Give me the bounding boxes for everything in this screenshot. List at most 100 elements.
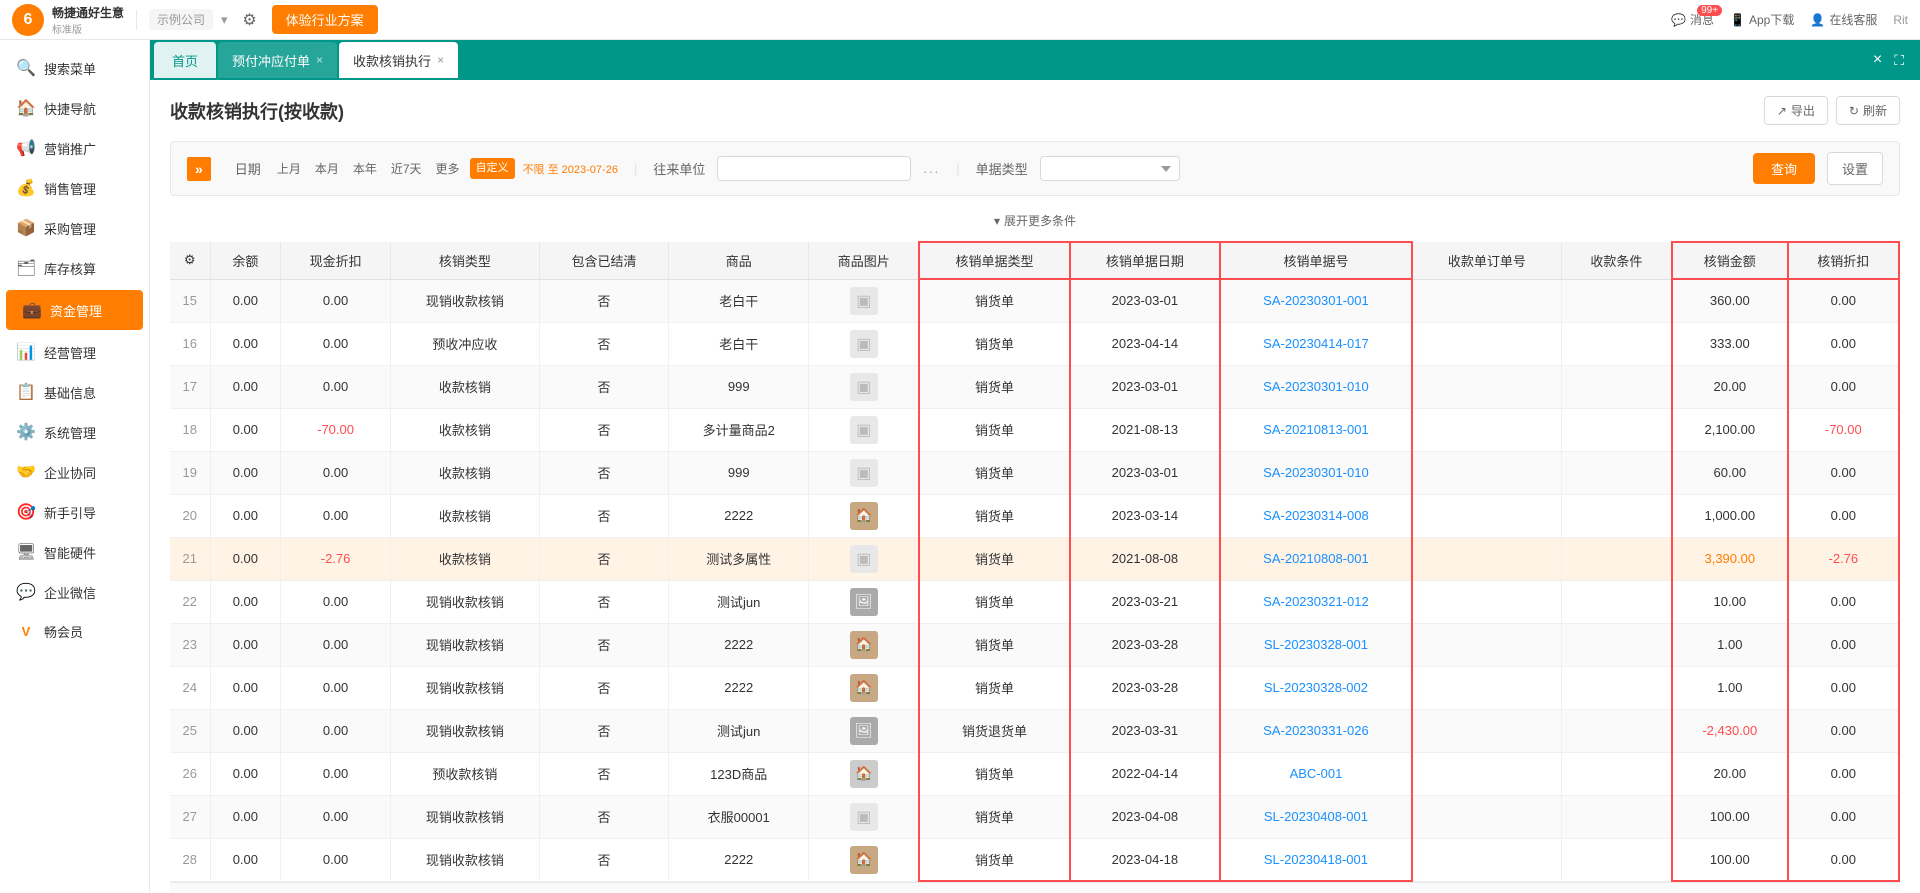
th-cash-discount: 现金折扣 <box>281 242 391 279</box>
bill-no-link[interactable]: SL-20230418-001 <box>1264 852 1368 867</box>
logo-texts: 畅捷通好生意 标准版 <box>52 4 124 36</box>
online-service-label: 在线客服 <box>1829 11 1877 28</box>
bill-no-link[interactable]: SL-20230328-002 <box>1264 680 1368 695</box>
sidebar-item-basic-info[interactable]: 📋 基础信息 <box>0 372 149 412</box>
cell-product-img: 🖼 <box>809 580 920 623</box>
cell-cancel-discount: 0.00 <box>1788 494 1899 537</box>
sidebar-item-guide[interactable]: 🎯 新手引导 <box>0 492 149 532</box>
filter-toggle-btn[interactable]: » <box>187 157 211 181</box>
company-name[interactable]: 示例公司 <box>149 9 213 30</box>
industry-btn[interactable]: 体验行业方案 <box>272 5 378 34</box>
tab-receipt-close-icon[interactable]: × <box>437 53 444 67</box>
cell-bill-date: 2022-04-14 <box>1070 752 1220 795</box>
date-link-more[interactable]: 更多 <box>432 158 464 179</box>
cell-product-img: ▣ <box>809 322 920 365</box>
sidebar-item-purchase[interactable]: 📦 采购管理 <box>0 208 149 248</box>
sidebar-item-finance[interactable]: 💼 资金管理 <box>6 290 143 330</box>
bill-no-link[interactable]: SA-20210813-001 <box>1263 422 1369 437</box>
date-link-7days[interactable]: 近7天 <box>387 158 426 179</box>
company-chevron-icon[interactable]: ▾ <box>221 12 228 28</box>
sidebar-item-inventory[interactable]: 🗂 库存核算 <box>0 248 149 288</box>
cell-cancel-discount: 0.00 <box>1788 451 1899 494</box>
service-icon: 👤 <box>1810 13 1825 27</box>
tab-close-all-icon[interactable]: × <box>1869 47 1886 73</box>
table-row: 22 0.00 0.00 现销收款核销 否 测试jun 🖼 销货单 2023-0… <box>170 580 1899 623</box>
date-link-prev-month[interactable]: 上月 <box>273 158 305 179</box>
cell-include-settled: 否 <box>539 623 668 666</box>
settings-gear-icon[interactable]: ⚙ <box>236 6 264 34</box>
sidebar-item-nav[interactable]: 🏠 快捷导航 <box>0 88 149 128</box>
bill-type-label: 单据类型 <box>976 159 1028 178</box>
cell-bill-type: 销货单 <box>919 795 1069 838</box>
sidebar-item-hardware[interactable]: 🖥 智能硬件 <box>0 532 149 572</box>
expand-more-row[interactable]: ▾ 展开更多条件 <box>170 208 1900 233</box>
bill-no-link[interactable]: SA-20230331-026 <box>1263 723 1369 738</box>
tab-prepay-close-icon[interactable]: × <box>316 53 323 67</box>
cell-receipt-condition <box>1561 580 1672 623</box>
cell-bill-type: 销货单 <box>919 408 1069 451</box>
cell-bill-type: 销货单 <box>919 279 1069 322</box>
date-link-this-year[interactable]: 本年 <box>349 158 381 179</box>
cell-bill-type: 销货单 <box>919 752 1069 795</box>
sidebar-item-vip[interactable]: V 畅会员 <box>0 612 149 651</box>
bill-no-link[interactable]: SA-20210808-001 <box>1263 551 1369 566</box>
cell-id: 19 <box>170 451 210 494</box>
bill-no-link[interactable]: SA-20230414-017 <box>1263 336 1369 351</box>
th-balance: 余额 <box>210 242 281 279</box>
bill-no-link[interactable]: SL-20230408-001 <box>1264 809 1368 824</box>
sidebar-label-system: 系统管理 <box>44 423 96 442</box>
sidebar-item-marketing[interactable]: 📢 营销推广 <box>0 128 149 168</box>
tab-receipt-label: 收款核销执行 <box>353 51 431 70</box>
filter-settings-btn[interactable]: 设置 <box>1827 152 1883 185</box>
bill-no-link[interactable]: SA-20230301-001 <box>1263 293 1369 308</box>
message-btn[interactable]: 💬 消息 99+ <box>1671 11 1714 28</box>
date-link-this-month[interactable]: 本月 <box>311 158 343 179</box>
cell-bill-date: 2021-08-13 <box>1070 408 1220 451</box>
sidebar-item-system[interactable]: ⚙️ 系统管理 <box>0 412 149 452</box>
query-btn[interactable]: 查询 <box>1753 153 1815 184</box>
sidebar-item-search[interactable]: 🔍 搜索菜单 <box>0 48 149 88</box>
tab-receipt[interactable]: 收款核销执行 × <box>339 42 458 78</box>
app-download-btn[interactable]: 📱 App下载 <box>1730 11 1794 28</box>
cell-receipt-condition <box>1561 322 1672 365</box>
bill-no-link[interactable]: SA-20230314-008 <box>1263 508 1369 523</box>
export-btn[interactable]: ↗ 导出 <box>1764 96 1828 125</box>
cell-bill-date: 2023-03-31 <box>1070 709 1220 752</box>
user-name[interactable]: Rit <box>1893 13 1908 27</box>
online-service-btn[interactable]: 👤 在线客服 <box>1810 11 1877 28</box>
cell-id: 28 <box>170 838 210 881</box>
top-bar-left: 6 畅捷通好生意 标准版 示例公司 ▾ ⚙ 体验行业方案 <box>12 4 1663 36</box>
sidebar-item-sales[interactable]: 💰 销售管理 <box>0 168 149 208</box>
th-cancel-type: 核销类型 <box>390 242 539 279</box>
cell-bill-no: SL-20230408-001 <box>1220 795 1412 838</box>
partner-dots[interactable]: ... <box>923 161 940 176</box>
sidebar-item-enterprise[interactable]: 🤝 企业协同 <box>0 452 149 492</box>
bill-no-link[interactable]: SA-20230301-010 <box>1263 379 1369 394</box>
bill-no-link[interactable]: SL-20230328-001 <box>1264 637 1368 652</box>
expand-more-label: 展开更多条件 <box>1004 212 1076 229</box>
bill-no-link[interactable]: SA-20230321-012 <box>1263 594 1369 609</box>
tab-maximize-icon[interactable]: ⛶ <box>1890 48 1908 73</box>
cell-bill-no: ABC-001 <box>1220 752 1412 795</box>
cell-receipt-order <box>1412 580 1562 623</box>
sidebar-item-operations[interactable]: 📊 经营管理 <box>0 332 149 372</box>
cell-cancel-amount: 20.00 <box>1672 752 1788 795</box>
cell-bill-no: SA-20230331-026 <box>1220 709 1412 752</box>
th-settings[interactable]: ⚙ <box>170 242 210 279</box>
partner-input[interactable] <box>717 156 911 181</box>
sidebar-item-wechat[interactable]: 💬 企业微信 <box>0 572 149 612</box>
tab-home[interactable]: 首页 <box>154 42 216 78</box>
table-row: 19 0.00 0.00 收款核销 否 999 ▣ 销货单 2023-03-01… <box>170 451 1899 494</box>
search-icon: 🔍 <box>16 58 36 78</box>
bill-type-select[interactable] <box>1040 156 1180 181</box>
tab-prepay[interactable]: 预付冲应付单 × <box>218 42 337 78</box>
purchase-icon: 📦 <box>16 218 36 238</box>
cell-include-settled: 否 <box>539 537 668 580</box>
column-settings-icon[interactable]: ⚙ <box>184 252 196 267</box>
table-body: 15 0.00 0.00 现销收款核销 否 老白干 ▣ 销货单 2023-03-… <box>170 279 1899 881</box>
refresh-btn[interactable]: ↻ 刷新 <box>1836 96 1900 125</box>
bill-no-link[interactable]: SA-20230301-010 <box>1263 465 1369 480</box>
bill-no-link[interactable]: ABC-001 <box>1290 766 1343 781</box>
date-custom-btn[interactable]: 自定义 <box>470 158 515 179</box>
cell-bill-type: 销货退货单 <box>919 709 1069 752</box>
